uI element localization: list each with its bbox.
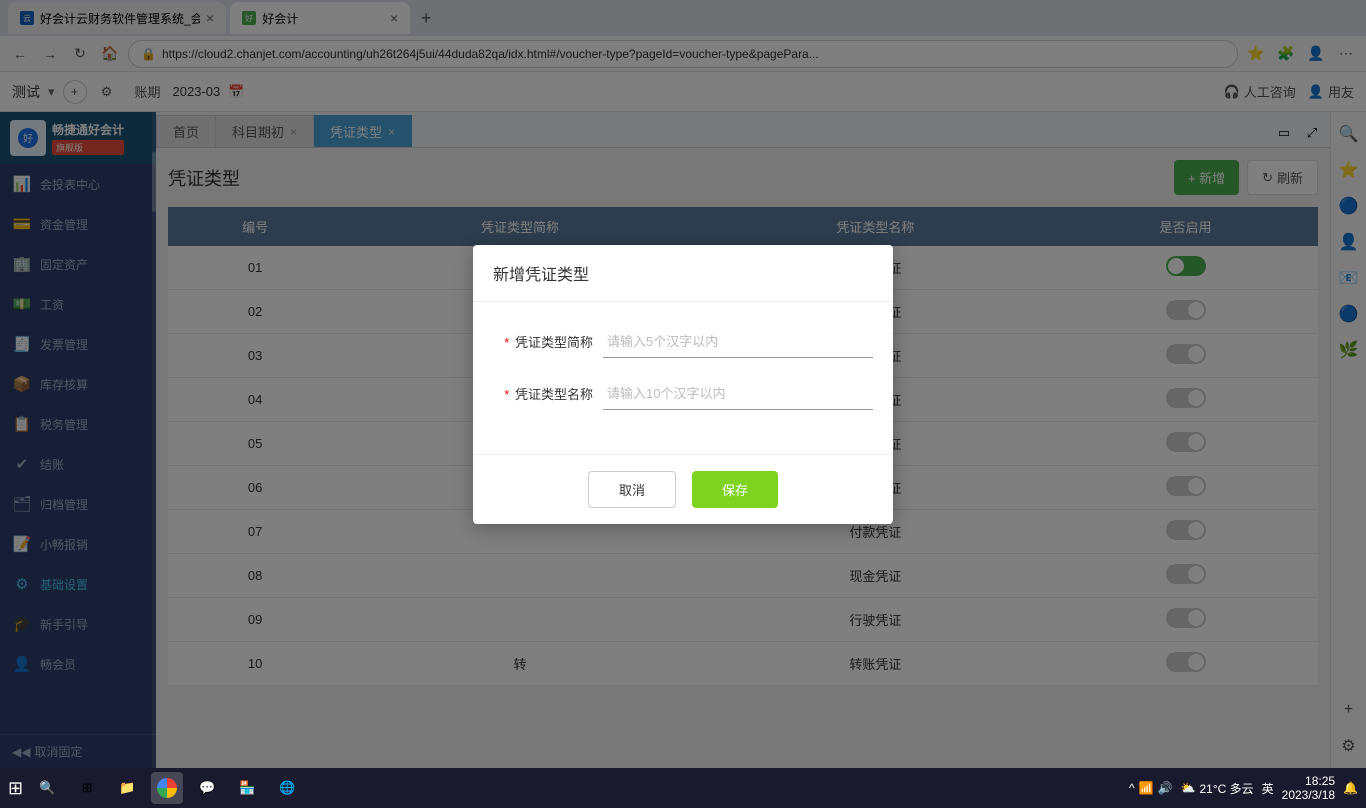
short-name-label: * 凭证类型简称: [493, 332, 593, 351]
taskbar-sys-icons: ^ 📶 🔊: [1129, 781, 1173, 795]
form-row-short-name: * 凭证类型简称: [493, 326, 873, 358]
taskbar-right: ^ 📶 🔊 ⛅ 21°C 多云 英 18:25 2023/3/18 🔔: [1129, 774, 1358, 802]
full-name-input[interactable]: [603, 378, 873, 410]
taskbar-time: 18:25 2023/3/18: [1282, 774, 1335, 802]
modal-header: 新增凭证类型: [473, 245, 893, 302]
modal: 新增凭证类型 * 凭证类型简称 * 凭证类型名称 取消 保存: [473, 245, 893, 524]
full-name-label: * 凭证类型名称: [493, 384, 593, 403]
taskbar-task-view[interactable]: ⊞: [71, 772, 103, 804]
taskbar-edge[interactable]: 🌐: [271, 772, 303, 804]
form-row-full-name: * 凭证类型名称: [493, 378, 873, 410]
modal-footer: 取消 保存: [473, 454, 893, 524]
weather-icon: ⛅: [1181, 781, 1196, 795]
taskbar: ⊞ 🔍 ⊞ 📁 💬 🏪 🌐 ^ 📶 🔊 ⛅ 21°C 多云 英 18:25 20…: [0, 768, 1366, 808]
weather-text: 21°C 多云: [1199, 780, 1253, 797]
time-display: 18:25: [1282, 774, 1335, 788]
start-button[interactable]: ⊞: [8, 778, 23, 799]
save-button[interactable]: 保存: [692, 471, 778, 508]
taskbar-icons: 🔍 ⊞ 📁 💬 🏪 🌐: [31, 772, 1129, 804]
taskbar-network-icon: 📶: [1139, 781, 1154, 795]
modal-overlay[interactable]: 新增凭证类型 * 凭证类型简称 * 凭证类型名称 取消 保存: [0, 0, 1366, 768]
modal-body: * 凭证类型简称 * 凭证类型名称: [473, 302, 893, 454]
taskbar-weather: ⛅ 21°C 多云: [1181, 780, 1254, 797]
short-name-input[interactable]: [603, 326, 873, 358]
required-star-2: *: [504, 387, 509, 402]
required-star-1: *: [504, 335, 509, 350]
taskbar-chrome[interactable]: [151, 772, 183, 804]
cancel-button[interactable]: 取消: [588, 471, 676, 508]
taskbar-store[interactable]: 🏪: [231, 772, 263, 804]
taskbar-volume-icon[interactable]: 🔊: [1158, 781, 1173, 795]
date-display: 2023/3/18: [1282, 788, 1335, 802]
taskbar-chevron-up[interactable]: ^: [1129, 781, 1135, 795]
modal-title: 新增凭证类型: [493, 267, 589, 284]
taskbar-explorer[interactable]: 📁: [111, 772, 143, 804]
taskbar-lang: 英: [1262, 780, 1274, 797]
taskbar-search[interactable]: 🔍: [31, 772, 63, 804]
taskbar-wechat[interactable]: 💬: [191, 772, 223, 804]
taskbar-notification[interactable]: 🔔: [1343, 781, 1358, 795]
